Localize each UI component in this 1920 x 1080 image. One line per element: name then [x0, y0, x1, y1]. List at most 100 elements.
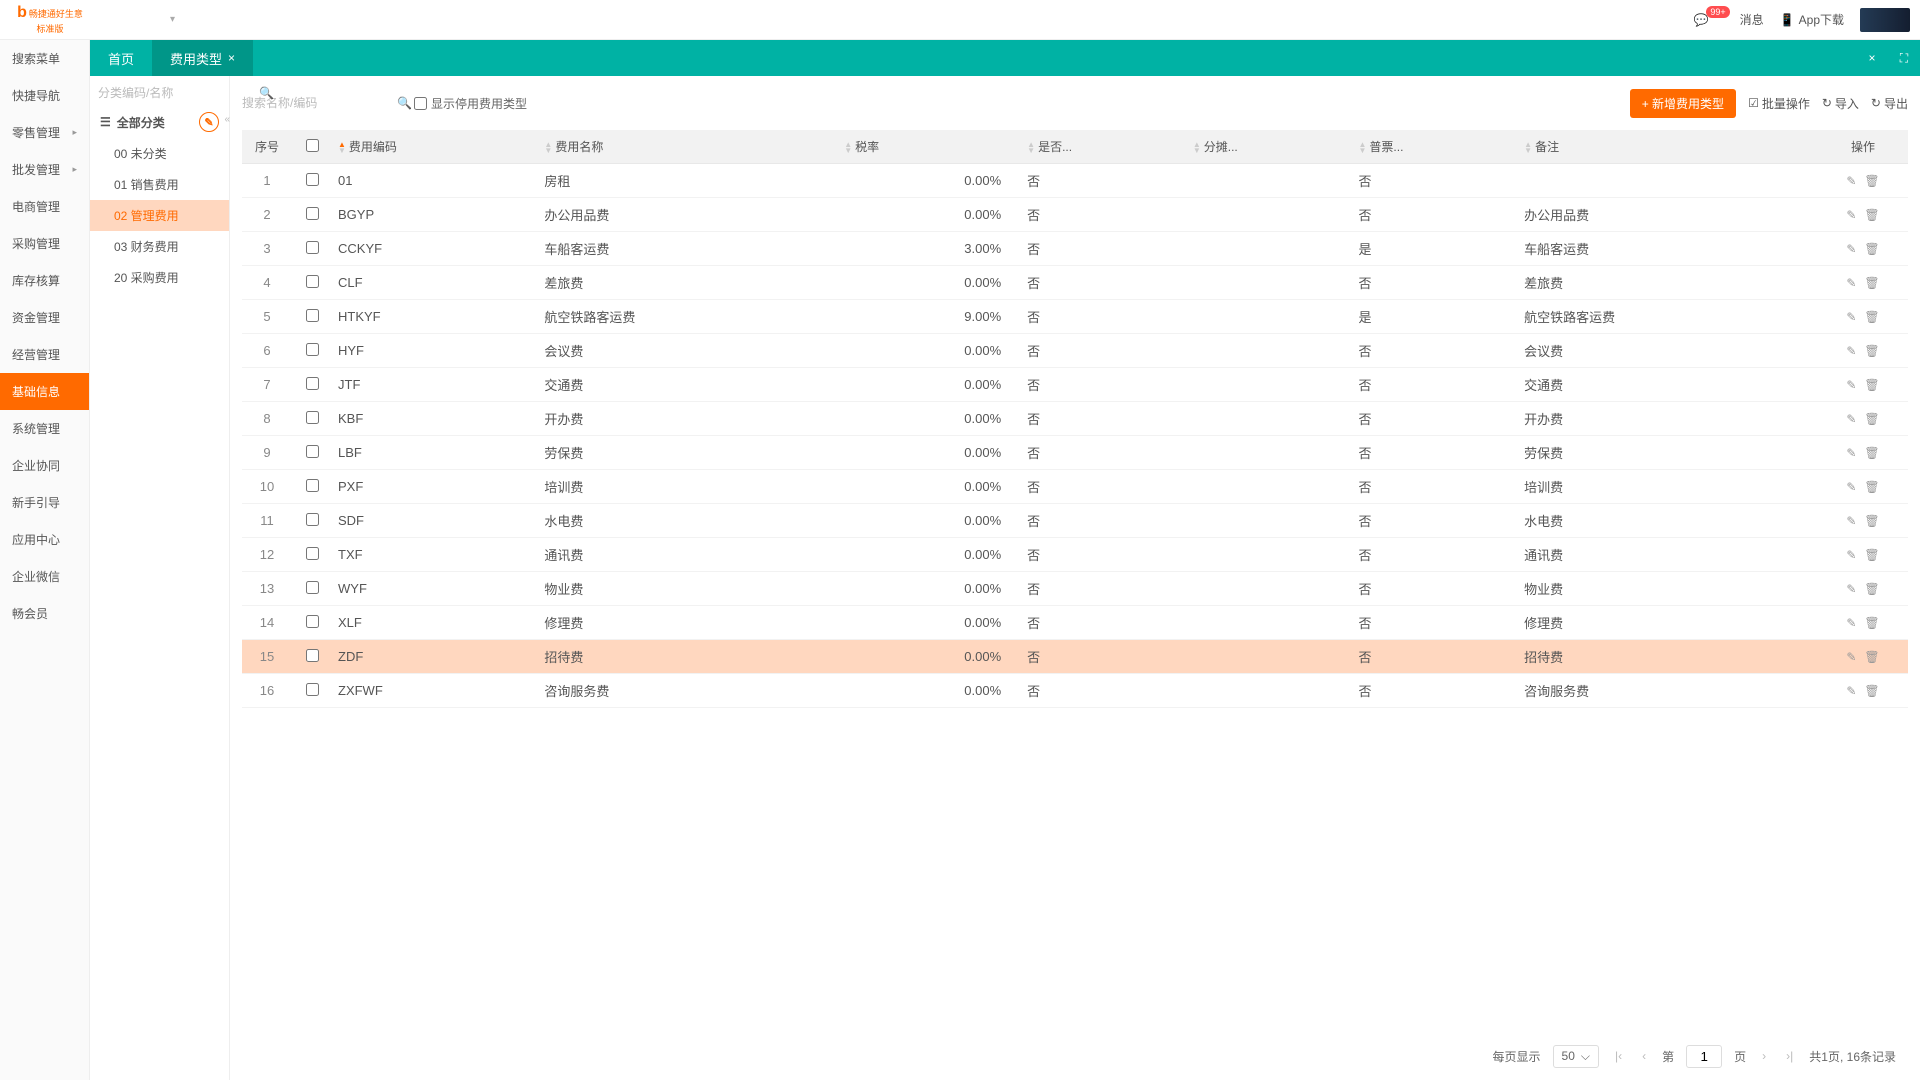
edit-icon[interactable]: ✎	[1846, 344, 1856, 358]
row-checkbox[interactable]	[306, 445, 319, 458]
sidebar-item-14[interactable]: 企业微信	[0, 558, 89, 595]
next-page-button[interactable]: ›	[1758, 1047, 1770, 1065]
close-icon[interactable]: ×	[228, 51, 235, 65]
messages-button[interactable]: 💬 99+ 消息	[1693, 11, 1763, 28]
row-checkbox[interactable]	[306, 683, 319, 696]
sidebar-item-6[interactable]: 库存核算	[0, 262, 89, 299]
sidebar-item-9[interactable]: 基础信息	[0, 373, 89, 410]
page-input[interactable]	[1686, 1045, 1722, 1068]
table-row[interactable]: 16ZXFWF咨询服务费0.00%否否咨询服务费✎🗑	[242, 674, 1908, 708]
sidebar-item-15[interactable]: 畅会员	[0, 595, 89, 632]
delete-icon[interactable]: 🗑	[1864, 242, 1879, 256]
table-row[interactable]: 3CCKYF车船客运费3.00%否是车船客运费✎🗑	[242, 232, 1908, 266]
sidebar-item-1[interactable]: 快捷导航	[0, 77, 89, 114]
sidebar-item-8[interactable]: 经营管理	[0, 336, 89, 373]
row-checkbox[interactable]	[306, 479, 319, 492]
sidebar-item-0[interactable]: 搜索菜单	[0, 40, 89, 77]
col-code[interactable]: ▲▼费用编码	[332, 130, 538, 164]
delete-icon[interactable]: 🗑	[1864, 514, 1879, 528]
category-item-1[interactable]: 01 销售费用	[90, 169, 229, 200]
delete-icon[interactable]: 🗑	[1864, 650, 1879, 664]
delete-icon[interactable]: 🗑	[1864, 412, 1879, 426]
table-row[interactable]: 7JTF交通费0.00%否否交通费✎🗑	[242, 368, 1908, 402]
delete-icon[interactable]: 🗑	[1864, 276, 1879, 290]
search-icon[interactable]: 🔍	[259, 86, 274, 100]
sidebar-item-5[interactable]: 采购管理	[0, 225, 89, 262]
show-disabled-checkbox[interactable]: 显示停用费用类型	[414, 95, 527, 112]
category-search-input[interactable]	[98, 86, 253, 100]
table-row[interactable]: 101房租0.00%否否✎🗑	[242, 164, 1908, 198]
delete-icon[interactable]: 🗑	[1864, 548, 1879, 562]
category-item-4[interactable]: 20 采购费用	[90, 262, 229, 293]
row-checkbox[interactable]	[306, 581, 319, 594]
row-checkbox[interactable]	[306, 207, 319, 220]
tab-expense-type[interactable]: 费用类型 ×	[152, 40, 253, 76]
table-row[interactable]: 15ZDF招待费0.00%否否招待费✎🗑	[242, 640, 1908, 674]
delete-icon[interactable]: 🗑	[1864, 310, 1879, 324]
col-name[interactable]: ▲▼费用名称	[538, 130, 838, 164]
category-all[interactable]: ☰ 全部分类 ✎	[90, 106, 229, 138]
delete-icon[interactable]: 🗑	[1864, 616, 1879, 630]
edit-icon[interactable]: ✎	[1846, 480, 1856, 494]
batch-action-button[interactable]: ☑ 批量操作	[1748, 95, 1810, 112]
col-isx[interactable]: ▲▼是否...	[1021, 130, 1187, 164]
avatar[interactable]	[1860, 8, 1910, 32]
org-dropdown-caret[interactable]: ▾	[170, 14, 175, 25]
delete-icon[interactable]: 🗑	[1864, 684, 1879, 698]
first-page-button[interactable]: |‹	[1611, 1047, 1626, 1065]
edit-icon[interactable]: ✎	[1846, 378, 1856, 392]
fullscreen-button[interactable]: ⛶	[1888, 40, 1920, 76]
edit-icon[interactable]: ✎	[1846, 310, 1856, 324]
table-row[interactable]: 5HTKYF航空铁路客运费9.00%否是航空铁路客运费✎🗑	[242, 300, 1908, 334]
sidebar-item-10[interactable]: 系统管理	[0, 410, 89, 447]
page-size-select[interactable]: 50 ⌵	[1553, 1045, 1599, 1068]
collapse-handle-icon[interactable]: «	[224, 114, 230, 125]
sidebar-item-2[interactable]: 零售管理▸	[0, 114, 89, 151]
delete-icon[interactable]: 🗑	[1864, 208, 1879, 222]
edit-icon[interactable]: ✎	[1846, 412, 1856, 426]
table-row[interactable]: 10PXF培训费0.00%否否培训费✎🗑	[242, 470, 1908, 504]
edit-icon[interactable]: ✎	[1846, 276, 1856, 290]
table-row[interactable]: 12TXF通讯费0.00%否否通讯费✎🗑	[242, 538, 1908, 572]
row-checkbox[interactable]	[306, 377, 319, 390]
edit-icon[interactable]: ✎	[1846, 582, 1856, 596]
row-checkbox[interactable]	[306, 241, 319, 254]
row-checkbox[interactable]	[306, 547, 319, 560]
delete-icon[interactable]: 🗑	[1864, 378, 1879, 392]
row-checkbox[interactable]	[306, 513, 319, 526]
col-seq[interactable]: 序号	[242, 130, 292, 164]
category-item-0[interactable]: 00 未分类	[90, 138, 229, 169]
delete-icon[interactable]: 🗑	[1864, 446, 1879, 460]
row-checkbox[interactable]	[306, 309, 319, 322]
edit-icon[interactable]: ✎	[1846, 242, 1856, 256]
table-row[interactable]: 11SDF水电费0.00%否否水电费✎🗑	[242, 504, 1908, 538]
delete-icon[interactable]: 🗑	[1864, 480, 1879, 494]
last-page-button[interactable]: ›|	[1782, 1047, 1797, 1065]
prev-page-button[interactable]: ‹	[1638, 1047, 1650, 1065]
row-checkbox[interactable]	[306, 343, 319, 356]
table-row[interactable]: 2BGYP办公用品费0.00%否否办公用品费✎🗑	[242, 198, 1908, 232]
edit-icon[interactable]: ✎	[1846, 650, 1856, 664]
table-row[interactable]: 8KBF开办费0.00%否否开办费✎🗑	[242, 402, 1908, 436]
col-remark[interactable]: ▲▼备注	[1518, 130, 1818, 164]
table-row[interactable]: 9LBF劳保费0.00%否否劳保费✎🗑	[242, 436, 1908, 470]
sidebar-item-12[interactable]: 新手引导	[0, 484, 89, 521]
sidebar-item-7[interactable]: 资金管理	[0, 299, 89, 336]
select-all-checkbox[interactable]	[306, 139, 319, 152]
table-row[interactable]: 14XLF修理费0.00%否否修理费✎🗑	[242, 606, 1908, 640]
row-checkbox[interactable]	[306, 615, 319, 628]
table-row[interactable]: 4CLF差旅费0.00%否否差旅费✎🗑	[242, 266, 1908, 300]
close-all-button[interactable]: ×	[1856, 40, 1888, 76]
table-row[interactable]: 6HYF会议费0.00%否否会议费✎🗑	[242, 334, 1908, 368]
delete-icon[interactable]: 🗑	[1864, 174, 1879, 188]
sidebar-item-13[interactable]: 应用中心	[0, 521, 89, 558]
col-share[interactable]: ▲▼分摊...	[1187, 130, 1353, 164]
sidebar-item-3[interactable]: 批发管理▸	[0, 151, 89, 188]
tab-home[interactable]: 首页	[90, 40, 152, 76]
edit-icon[interactable]: ✎	[1846, 548, 1856, 562]
col-general[interactable]: ▲▼普票...	[1352, 130, 1518, 164]
app-download-button[interactable]: 📱 App下载	[1780, 11, 1844, 28]
edit-icon[interactable]: ✎	[1846, 446, 1856, 460]
edit-icon[interactable]: ✎	[1846, 174, 1856, 188]
edit-icon[interactable]: ✎	[1846, 514, 1856, 528]
